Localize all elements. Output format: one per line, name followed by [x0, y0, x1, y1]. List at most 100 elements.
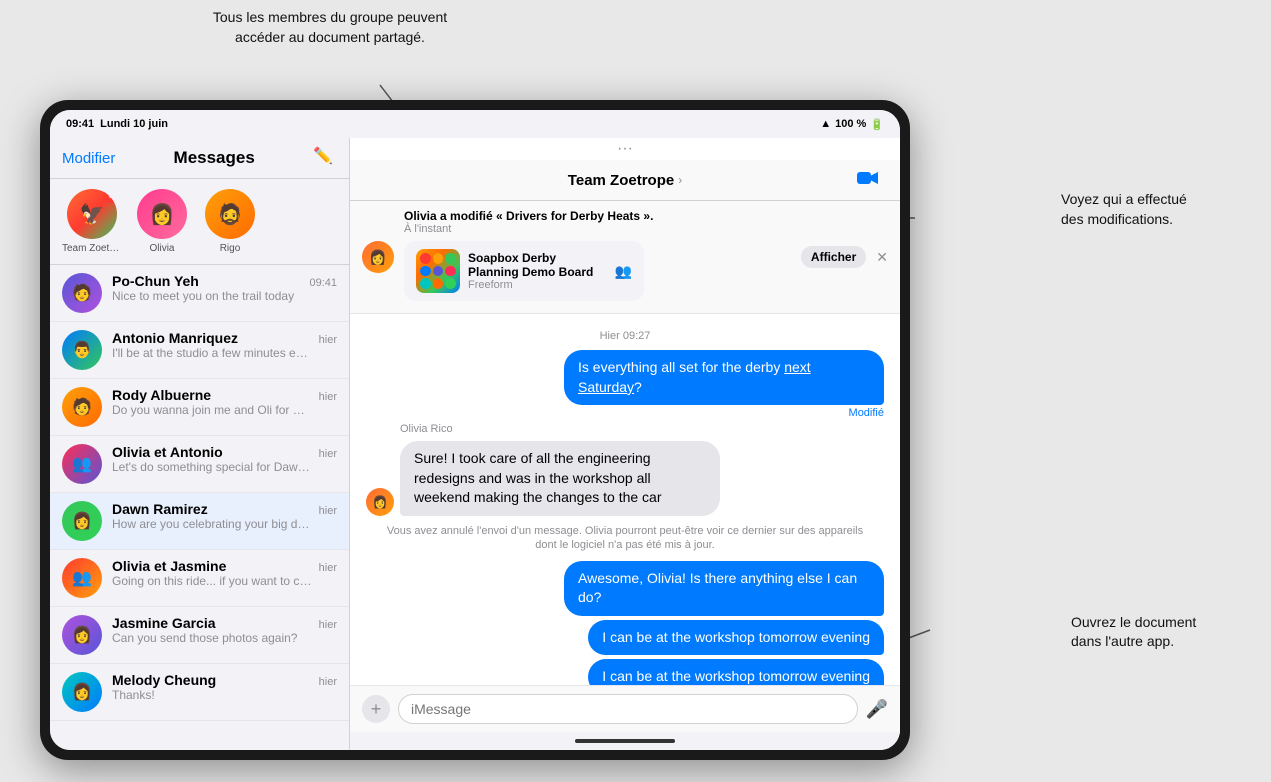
message-row-incoming: 👩 Sure! I took care of all the engineeri… — [366, 441, 884, 516]
msg-content: Po-Chun Yeh 09:41 Nice to meet you on th… — [112, 273, 337, 303]
contact-label-olivia: Olivia — [149, 243, 174, 254]
message-row-outgoing: Awesome, Olivia! Is there anything else … — [366, 561, 884, 616]
close-notification-button[interactable]: ✕ — [876, 249, 888, 266]
msg-header: Rody Albuerne hier — [112, 387, 337, 403]
sidebar: Modifier Messages ✏️ 🦅 6 Team Zoetrope — [50, 138, 350, 750]
bubble-outgoing: I can be at the workshop tomorrow evenin… — [588, 659, 884, 685]
home-indicator — [350, 732, 900, 750]
contacts-row: 🦅 6 Team Zoetrope 👩 Olivia 🧔 — [50, 179, 349, 265]
annotation-right-top: Voyez qui a effectué des modifications. — [1061, 190, 1241, 229]
wifi-icon: ▲ — [820, 118, 831, 130]
status-bar-right: ▲ 100 % 🔋 — [820, 118, 884, 131]
bubble-outgoing: I can be at the workshop tomorrow evenin… — [588, 620, 884, 656]
edit-button[interactable]: Modifier — [62, 150, 115, 167]
date-display: Lundi 10 juin — [100, 118, 168, 130]
add-button[interactable]: + — [362, 695, 390, 723]
msg-avatar: 👩 — [62, 615, 102, 655]
notif-title: Olivia a modifié « Drivers for Derby Hea… — [404, 209, 791, 223]
msg-avatar: 👥 — [62, 444, 102, 484]
compose-icon[interactable]: ✏️ — [313, 146, 337, 170]
message-row-outgoing: Is everything all set for the derby next… — [366, 350, 884, 419]
msg-content: Rody Albuerne hier Do you wanna join me … — [112, 387, 337, 417]
ipad-screen: 09:41 Lundi 10 juin ▲ 100 % 🔋 Modifier M… — [50, 110, 900, 750]
notif-avatar: 👩 — [362, 241, 394, 273]
ipad-frame: 09:41 Lundi 10 juin ▲ 100 % 🔋 Modifier M… — [40, 100, 910, 760]
facetime-button[interactable] — [852, 168, 884, 192]
badge-count-team: 6 — [103, 189, 117, 203]
list-item[interactable]: 🧑 Po-Chun Yeh 09:41 Nice to meet you on … — [50, 265, 349, 322]
mic-button[interactable]: 🎤 — [866, 699, 888, 720]
freeform-icon — [416, 249, 460, 293]
list-item[interactable]: 👨 Antonio Manriquez hier I'll be at the … — [50, 322, 349, 379]
show-button[interactable]: Afficher — [801, 246, 866, 268]
msg-header: Olivia et Antonio hier — [112, 444, 337, 460]
message-row-outgoing: I can be at the workshop tomorrow evenin… — [366, 659, 884, 685]
contact-avatar-olivia: 👩 — [137, 189, 187, 239]
chat-header: Team Zoetrope › — [350, 160, 900, 201]
chat-messages: Hier 09:27 Is everything all set for the… — [350, 314, 900, 685]
contact-item-rigo[interactable]: 🧔 Rigo — [202, 189, 258, 254]
msg-avatar: 👩 — [62, 672, 102, 712]
chat-input-bar: + 🎤 — [350, 685, 900, 732]
share-icon[interactable]: 👥 — [615, 263, 632, 280]
time-display: 09:41 — [66, 118, 94, 130]
notification-banner: 👩 Olivia a modifié « Drivers for Derby H… — [350, 201, 900, 314]
main-content: Modifier Messages ✏️ 🦅 6 Team Zoetrope — [50, 138, 900, 750]
msg-avatar: 🧑 — [62, 273, 102, 313]
freeform-info: Soapbox Derby Planning Demo Board Freefo… — [468, 251, 607, 291]
msg-avatar: 👨 — [62, 330, 102, 370]
chat-title-area[interactable]: Team Zoetrope › — [568, 172, 682, 189]
list-item[interactable]: 👥 Olivia et Antonio hier Let's do someth… — [50, 436, 349, 493]
list-item[interactable]: 👩 Jasmine Garcia hier Can you send those… — [50, 607, 349, 664]
msg-modified-label: Modifié — [564, 407, 884, 419]
msg-header: Po-Chun Yeh 09:41 — [112, 273, 337, 289]
message-input[interactable] — [398, 694, 858, 724]
msg-content: Melody Cheung hier Thanks! — [112, 672, 337, 702]
bubble-outgoing: Awesome, Olivia! Is there anything else … — [564, 561, 884, 616]
freeform-card-title: Soapbox Derby Planning Demo Board — [468, 251, 607, 279]
msg-avatar: 🧑 — [62, 387, 102, 427]
msg-content: Antonio Manriquez hier I'll be at the st… — [112, 330, 337, 360]
sidebar-title: Messages — [174, 148, 255, 168]
chevron-right-icon: › — [678, 173, 682, 187]
msg-avatar: 👩 — [62, 501, 102, 541]
annotation-right-bottom: Ouvrez le document dans l'autre app. — [1071, 613, 1251, 652]
home-bar — [575, 739, 675, 743]
freeform-card-app: Freeform — [468, 279, 607, 291]
message-list: 🧑 Po-Chun Yeh 09:41 Nice to meet you on … — [50, 265, 349, 750]
notif-text-area: Olivia a modifié « Drivers for Derby Hea… — [404, 209, 791, 305]
annotation-top: Tous les membres du groupe peuvent accéd… — [80, 8, 580, 47]
msg-avatar: 👥 — [62, 558, 102, 598]
bubble-outgoing: Is everything all set for the derby next… — [564, 350, 884, 405]
msg-content: Dawn Ramirez hier How are you celebratin… — [112, 501, 337, 531]
sender-name: Olivia Rico — [400, 423, 884, 435]
bubble-incoming: Sure! I took care of all the engineering… — [400, 441, 720, 516]
status-bar: 09:41 Lundi 10 juin ▲ 100 % 🔋 — [50, 110, 900, 138]
msg-content: Olivia et Antonio hier Let's do somethin… — [112, 444, 337, 474]
msg-content: Jasmine Garcia hier Can you send those p… — [112, 615, 337, 645]
chat-panel: ··· Team Zoetrope › — [350, 138, 900, 750]
msg-header: Olivia et Jasmine hier — [112, 558, 337, 574]
more-dots: ··· — [350, 138, 900, 160]
msg-header: Jasmine Garcia hier — [112, 615, 337, 631]
msg-header: Dawn Ramirez hier — [112, 501, 337, 517]
sidebar-header: Modifier Messages ✏️ — [50, 138, 349, 179]
list-item[interactable]: 👥 Olivia et Jasmine hier Going on this r… — [50, 550, 349, 607]
contact-item-olivia[interactable]: 👩 Olivia — [134, 189, 190, 254]
list-item[interactable]: 👩 Melody Cheung hier Thanks! — [50, 664, 349, 721]
bubble-avatar-olivia: 👩 — [366, 488, 394, 516]
system-note: Vous avez annulé l'envoi d'un message. O… — [366, 524, 884, 553]
battery-display: 100 % — [835, 118, 866, 130]
date-divider: Hier 09:27 — [366, 330, 884, 342]
msg-header: Melody Cheung hier — [112, 672, 337, 688]
battery-icon: 🔋 — [870, 118, 884, 131]
list-item[interactable]: 👩 Dawn Ramirez hier How are you celebrat… — [50, 493, 349, 550]
contact-avatar-team: 🦅 6 — [67, 189, 117, 239]
contact-label-team: Team Zoetrope — [62, 243, 122, 254]
freeform-card[interactable]: Soapbox Derby Planning Demo Board Freefo… — [404, 241, 644, 301]
contact-item-team-zoetrope[interactable]: 🦅 6 Team Zoetrope — [62, 189, 122, 254]
msg-header: Antonio Manriquez hier — [112, 330, 337, 346]
message-row-outgoing: I can be at the workshop tomorrow evenin… — [366, 620, 884, 656]
status-bar-left: 09:41 Lundi 10 juin — [66, 118, 168, 130]
list-item[interactable]: 🧑 Rody Albuerne hier Do you wanna join m… — [50, 379, 349, 436]
